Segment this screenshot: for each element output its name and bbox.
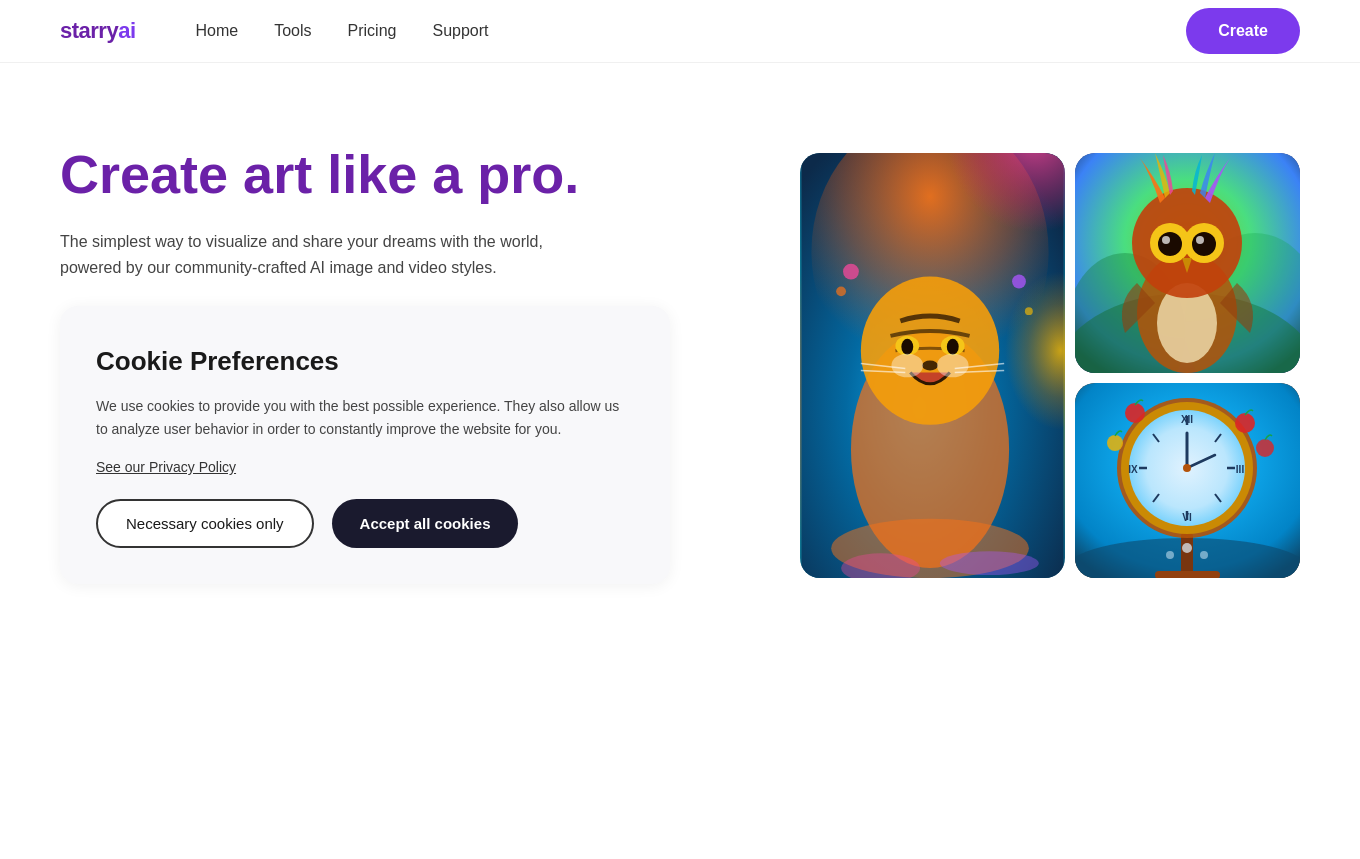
tiger-image-container — [800, 153, 1065, 578]
navbar: starryai Home Tools Pricing Support Crea… — [0, 0, 1360, 63]
svg-point-59 — [1125, 403, 1145, 423]
nav-cta: Create — [1186, 8, 1300, 54]
svg-point-33 — [1158, 232, 1182, 256]
svg-point-9 — [947, 339, 959, 355]
cookie-preferences-panel: Cookie Preferences We use cookies to pro… — [60, 306, 670, 584]
svg-text:IX: IX — [1128, 464, 1138, 475]
svg-text:III: III — [1236, 464, 1245, 475]
clock-image: XII III VI IX — [1075, 383, 1300, 578]
tiger-image — [800, 153, 1065, 578]
svg-point-58 — [1183, 464, 1191, 472]
svg-point-35 — [1162, 236, 1170, 244]
nav-link-pricing[interactable]: Pricing — [348, 22, 397, 39]
privacy-policy-link[interactable]: See our Privacy Policy — [96, 459, 634, 475]
svg-point-19 — [1012, 275, 1026, 289]
logo-part2: ai — [118, 18, 135, 43]
svg-point-10 — [922, 361, 938, 371]
clock-svg: XII III VI IX — [1075, 383, 1300, 578]
svg-point-5 — [861, 277, 999, 425]
svg-point-60 — [1235, 413, 1255, 433]
hero-subtitle: The simplest way to visualize and share … — [60, 229, 600, 282]
clock-image-container: XII III VI IX — [1075, 383, 1300, 578]
svg-point-62 — [1256, 439, 1274, 457]
svg-point-20 — [1025, 307, 1033, 315]
svg-point-36 — [1196, 236, 1204, 244]
svg-point-63 — [1182, 543, 1192, 553]
necessary-cookies-button[interactable]: Necessary cookies only — [96, 499, 314, 548]
nav-link-home[interactable]: Home — [196, 22, 239, 39]
nav-link-tools[interactable]: Tools — [274, 22, 311, 39]
logo-part1: starry — [60, 18, 118, 43]
nav-link-support[interactable]: Support — [432, 22, 488, 39]
svg-point-23 — [940, 551, 1039, 575]
svg-point-12 — [937, 354, 969, 378]
hero-title: Create art like a pro. — [60, 143, 670, 205]
accept-all-cookies-button[interactable]: Accept all cookies — [332, 499, 519, 548]
svg-point-61 — [1107, 435, 1123, 451]
svg-point-18 — [836, 286, 846, 296]
svg-point-17 — [843, 264, 859, 280]
logo-text: starryai — [60, 18, 136, 44]
left-panel: Create art like a pro. The simplest way … — [60, 143, 670, 584]
cookie-description: We use cookies to provide you with the b… — [96, 395, 634, 441]
nav-links: Home Tools Pricing Support — [196, 22, 1300, 40]
svg-rect-40 — [1155, 571, 1220, 578]
svg-point-11 — [891, 354, 923, 378]
image-grid: XII III VI IX — [800, 153, 1300, 578]
svg-point-64 — [1166, 551, 1174, 559]
nav-item-home[interactable]: Home — [196, 22, 239, 40]
main-content: Create art like a pro. The simplest way … — [0, 63, 1360, 842]
logo[interactable]: starryai — [60, 18, 136, 44]
nav-item-support[interactable]: Support — [432, 22, 488, 40]
svg-point-65 — [1200, 551, 1208, 559]
owl-image-container — [1075, 153, 1300, 373]
cookie-buttons: Necessary cookies only Accept all cookie… — [96, 499, 634, 548]
nav-item-pricing[interactable]: Pricing — [348, 22, 397, 40]
tiger-svg — [800, 153, 1065, 578]
svg-point-8 — [901, 339, 913, 355]
nav-item-tools[interactable]: Tools — [274, 22, 311, 40]
svg-point-34 — [1192, 232, 1216, 256]
owl-image — [1075, 153, 1300, 373]
create-button[interactable]: Create — [1186, 8, 1300, 54]
cookie-title: Cookie Preferences — [96, 346, 634, 377]
owl-svg — [1075, 153, 1300, 373]
right-panel: XII III VI IX — [730, 143, 1300, 578]
